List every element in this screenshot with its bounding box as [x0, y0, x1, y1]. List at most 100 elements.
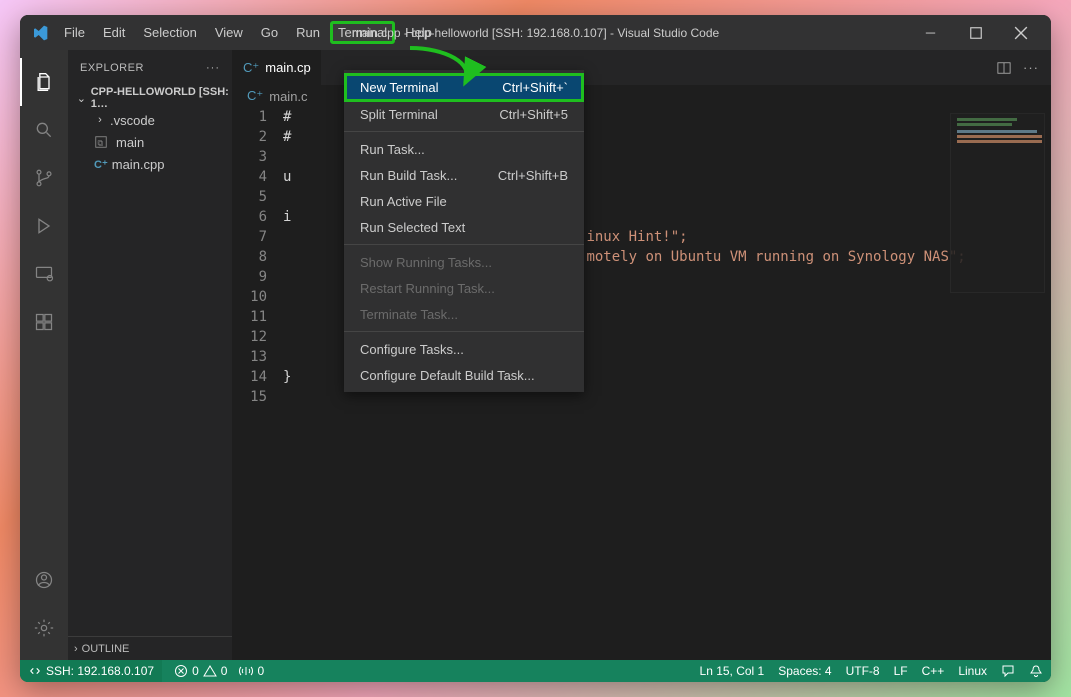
tab-main-cpp[interactable]: C⁺ main.cp: [233, 50, 322, 85]
menu-item-split-terminal[interactable]: Split Terminal Ctrl+Shift+5: [344, 101, 584, 127]
radio-count: 0: [257, 664, 264, 678]
activity-settings[interactable]: [20, 604, 68, 652]
menu-item-label: Run Task...: [360, 142, 425, 157]
minimap[interactable]: [950, 113, 1045, 293]
activity-remote-explorer[interactable]: [20, 250, 68, 298]
terminal-dropdown-menu: New Terminal Ctrl+Shift+` Split Terminal Ct…: [344, 70, 584, 392]
menu-item-label: Terminate Task...: [360, 307, 458, 322]
menu-item-run-selected-text[interactable]: Run Selected Text: [344, 214, 584, 240]
menu-item-restart-running-task: Restart Running Task...: [344, 275, 584, 301]
files-icon: [34, 72, 54, 92]
window-title: main.cpp - cpp-helloworld [SSH: 192.168.…: [352, 26, 719, 40]
menu-item-configure-default-build-task[interactable]: Configure Default Build Task...: [344, 362, 584, 388]
menu-item-run-build-task[interactable]: Run Build Task... Ctrl+Shift+B: [344, 162, 584, 188]
tab-label: main.cp: [265, 60, 311, 75]
tab-actions: ···: [997, 50, 1051, 85]
language-mode[interactable]: C++: [922, 664, 945, 678]
cpp-file-icon: C⁺: [94, 158, 108, 171]
menu-go[interactable]: Go: [253, 21, 286, 44]
window-controls: ─: [908, 15, 1043, 50]
tree-item-label: main: [116, 135, 144, 150]
sidebar-explorer: EXPLORER ··· ⌄ CPP-HELLOWORLD [SSH: 1… ›…: [68, 50, 233, 660]
remote-icon: [28, 664, 42, 678]
vscode-logo-icon: [32, 25, 48, 41]
os-indicator[interactable]: Linux: [958, 664, 987, 678]
titlebar: FileEditSelectionViewGoRunTerminalHelp m…: [20, 15, 1051, 50]
breadcrumb-item: main.c: [269, 89, 307, 104]
activity-extensions[interactable]: [20, 298, 68, 346]
play-bug-icon: [34, 216, 54, 236]
tree-file-main[interactable]: ⧉ main: [68, 131, 232, 153]
notifications-icon[interactable]: [1029, 664, 1043, 678]
problems-indicator[interactable]: 0 0: [174, 664, 227, 678]
maximize-button[interactable]: [953, 15, 998, 50]
menu-item-shortcut: Ctrl+Shift+`: [502, 80, 568, 95]
statusbar: SSH: 192.168.0.107 0 0 0 Ln 15, Col 1 Sp…: [20, 660, 1051, 682]
tree-item-label: main.cpp: [112, 157, 165, 172]
menu-item-label: Run Selected Text: [360, 220, 465, 235]
error-count: 0: [192, 664, 199, 678]
menu-edit[interactable]: Edit: [95, 21, 133, 44]
cursor-position[interactable]: Ln 15, Col 1: [700, 664, 765, 678]
account-icon: [34, 570, 54, 590]
menu-item-new-terminal[interactable]: New Terminal Ctrl+Shift+`: [344, 73, 584, 102]
search-icon: [34, 120, 54, 140]
tree-item-label: .vscode: [110, 113, 155, 128]
menu-run[interactable]: Run: [288, 21, 328, 44]
radio-tower-icon: [239, 664, 253, 678]
menu-item-show-running-tasks: Show Running Tasks...: [344, 249, 584, 275]
extensions-icon: [34, 312, 54, 332]
menu-item-label: Run Active File: [360, 194, 447, 209]
activity-source-control[interactable]: [20, 154, 68, 202]
tree-root[interactable]: ⌄ CPP-HELLOWORLD [SSH: 1…: [68, 87, 232, 109]
menu-file[interactable]: File: [56, 21, 93, 44]
menu-separator: [344, 131, 584, 132]
menu-item-label: Restart Running Task...: [360, 281, 495, 296]
gear-icon: [34, 618, 54, 638]
activity-search[interactable]: [20, 106, 68, 154]
menu-selection[interactable]: Selection: [135, 21, 204, 44]
menu-separator: [344, 331, 584, 332]
menu-item-shortcut: Ctrl+Shift+B: [498, 168, 568, 183]
tree-folder-vscode[interactable]: › .vscode: [68, 109, 232, 131]
menu-separator: [344, 244, 584, 245]
encoding[interactable]: UTF-8: [846, 664, 880, 678]
activity-explorer[interactable]: [20, 58, 68, 106]
menu-item-terminate-task: Terminate Task...: [344, 301, 584, 327]
menu-item-label: Configure Tasks...: [360, 342, 464, 357]
sidebar-more-icon[interactable]: ···: [206, 62, 220, 74]
menu-view[interactable]: View: [207, 21, 251, 44]
menu-item-label: New Terminal: [360, 80, 439, 95]
menu-item-run-task[interactable]: Run Task...: [344, 136, 584, 162]
menu-item-label: Split Terminal: [360, 107, 438, 122]
binary-file-icon: ⧉: [94, 135, 108, 149]
activity-account[interactable]: [20, 556, 68, 604]
remote-indicator[interactable]: SSH: 192.168.0.107: [20, 660, 162, 682]
sidebar-header: EXPLORER ···: [68, 50, 232, 85]
indentation[interactable]: Spaces: 4: [778, 664, 831, 678]
menu-item-run-active-file[interactable]: Run Active File: [344, 188, 584, 214]
line-gutter: 123456789101112131415: [233, 107, 283, 660]
split-editor-icon[interactable]: [997, 61, 1011, 75]
minimize-button[interactable]: ─: [908, 15, 953, 50]
activity-bar: [20, 50, 68, 660]
menu-item-label: Show Running Tasks...: [360, 255, 492, 270]
activity-run-debug[interactable]: [20, 202, 68, 250]
chevron-right-icon: ›: [74, 643, 78, 655]
menu-item-configure-tasks[interactable]: Configure Tasks...: [344, 336, 584, 362]
sidebar-title: EXPLORER: [80, 62, 144, 74]
menu-item-shortcut: Ctrl+Shift+5: [499, 107, 568, 122]
cpp-file-icon: C⁺: [243, 60, 259, 76]
remote-label: SSH: 192.168.0.107: [46, 664, 154, 678]
svg-text:⧉: ⧉: [98, 139, 104, 148]
radio-indicator[interactable]: 0: [239, 664, 264, 678]
tree-file-main-cpp[interactable]: C⁺ main.cpp: [68, 153, 232, 175]
close-button[interactable]: [998, 15, 1043, 50]
editor-more-icon[interactable]: ···: [1023, 60, 1039, 75]
eol[interactable]: LF: [894, 664, 908, 678]
menu-item-label: Configure Default Build Task...: [360, 368, 535, 383]
feedback-icon[interactable]: [1001, 664, 1015, 678]
menu-item-label: Run Build Task...: [360, 168, 457, 183]
git-branch-icon: [34, 168, 54, 188]
outline-section[interactable]: › OUTLINE: [68, 636, 232, 660]
